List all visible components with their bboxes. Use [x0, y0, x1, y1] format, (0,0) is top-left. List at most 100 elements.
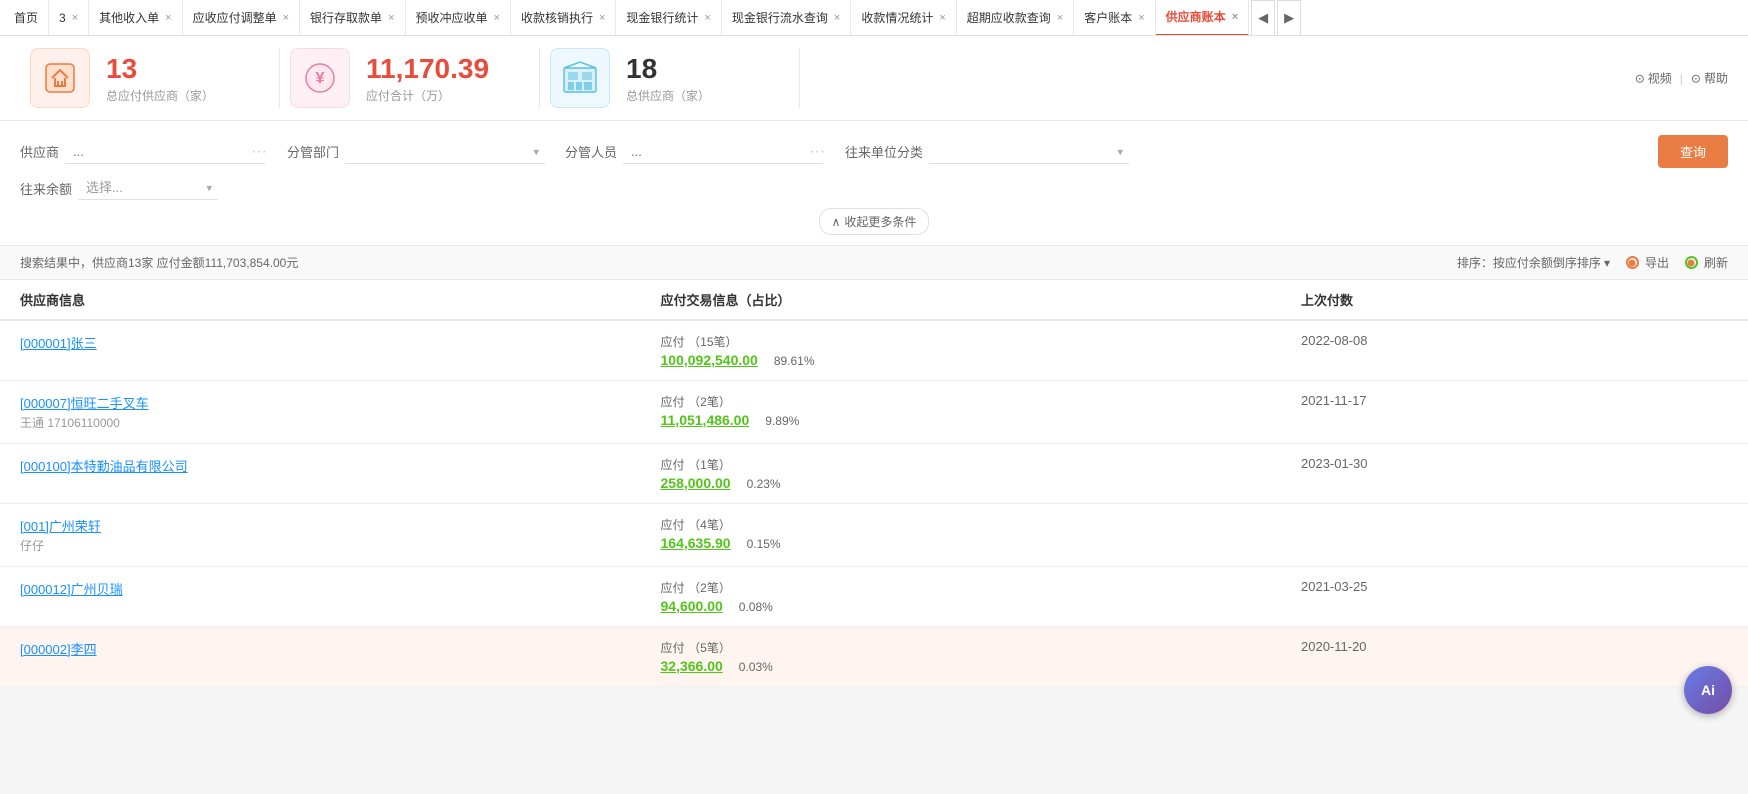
tx-label: 应付	[661, 518, 685, 532]
stat-num-suppliers-payable: 13	[106, 52, 214, 86]
tx-amount-line: 94,600.00 0.08%	[661, 596, 1302, 614]
stat-content-suppliers-payable: 13 总应付供应商（家）	[106, 52, 214, 105]
tx-percent: 9.89%	[765, 414, 799, 428]
tx-amount-line: 258,000.00 0.23%	[661, 473, 1302, 491]
stat-label-payable-total: 应付合计（万）	[366, 87, 489, 104]
nav-tab-bank-deposit-label: 银行存取款单	[310, 9, 382, 26]
nav-tab-adjustment-close[interactable]: ×	[283, 12, 289, 24]
tx-label-line: 应付 （4笔）	[661, 516, 1302, 533]
supplier-input[interactable]	[65, 140, 265, 164]
tx-count: （4笔）	[688, 518, 731, 532]
nav-tab-supplier-account[interactable]: 供应商账本 ×	[1156, 0, 1249, 36]
nav-tab-home[interactable]: 首页	[4, 0, 49, 36]
nav-tab-3[interactable]: 3 ×	[49, 0, 89, 36]
stat-content-total-suppliers: 18 总供应商（家）	[626, 52, 710, 105]
payable-total-icon: ¥	[290, 48, 350, 108]
table-header: 供应商信息 应付交易信息（占比） 上次付数	[0, 280, 1748, 321]
nav-tab-customer-account[interactable]: 客户账本 ×	[1074, 0, 1155, 36]
tx-count: （5笔）	[688, 641, 731, 655]
nav-tab-overdue[interactable]: 超期应收款查询 ×	[957, 0, 1074, 36]
nav-tab-cash-stats-close[interactable]: ×	[704, 12, 710, 24]
stat-label-suppliers-payable: 总应付供应商（家）	[106, 87, 214, 104]
table-row: [000002]李四 应付 （5笔） 32,366.00 0.03% 2020-…	[0, 627, 1748, 687]
refresh-button[interactable]: 刷新	[1685, 254, 1728, 271]
balance-select-wrapper: 选择...	[78, 176, 218, 200]
nav-tab-3-close[interactable]: ×	[72, 12, 78, 24]
stat-block-payable-total: ¥ 11,170.39 应付合计（万）	[280, 48, 540, 108]
tx-amount-line: 100,092,540.00 89.61%	[661, 350, 1302, 368]
supplier-link[interactable]: [000100]本特勤油品有限公司	[20, 459, 188, 474]
supplier-link[interactable]: [000001]张三	[20, 336, 97, 351]
help-link[interactable]: 帮助	[1704, 70, 1728, 87]
filter-item-balance: 往来余额 选择...	[20, 176, 218, 200]
stats-banner: 13 总应付供应商（家） ¥ 11,170.39 应付合计（万）	[0, 36, 1748, 121]
filter-item-category: 往来单位分类	[845, 140, 1129, 164]
tx-amount[interactable]: 32,366.00	[661, 658, 723, 674]
nav-tab-other-income-label: 其他收入单	[99, 9, 159, 26]
supplier-input-dots: ···	[251, 143, 267, 161]
tx-info-cell: 应付 （1笔） 258,000.00 0.23%	[661, 456, 1302, 491]
tx-label: 应付	[661, 641, 685, 655]
category-select[interactable]	[929, 140, 1129, 164]
nav-tab-overdue-label: 超期应收款查询	[967, 9, 1051, 26]
nav-tab-payment-stats[interactable]: 收款情况统计 ×	[851, 0, 956, 36]
tx-amount[interactable]: 11,051,486.00	[661, 412, 750, 428]
nav-tab-cash-flow-label: 现金银行流水查询	[732, 9, 828, 26]
nav-tab-cash-stats[interactable]: 现金银行统计 ×	[616, 0, 721, 36]
nav-tab-supplier-account-close[interactable]: ×	[1232, 11, 1238, 23]
tx-info-cell: 应付 （4笔） 164,635.90 0.15%	[661, 516, 1302, 551]
svg-text:¥: ¥	[316, 70, 325, 87]
export-button[interactable]: 导出	[1626, 254, 1669, 271]
result-bar-actions: 排序：按应付余额倒序排序 ▾ 导出 刷新	[1457, 254, 1728, 271]
dept-select[interactable]	[345, 140, 545, 164]
nav-tab-other-income[interactable]: 其他收入单 ×	[89, 0, 182, 36]
supplier-link[interactable]: [001]广州荣轩	[20, 519, 101, 534]
person-input[interactable]	[623, 140, 823, 164]
export-label: 导出	[1645, 254, 1669, 271]
tx-info-cell: 应付 （15笔） 100,092,540.00 89.61%	[661, 333, 1302, 368]
tx-label-line: 应付 （2笔）	[661, 393, 1302, 410]
collapse-button[interactable]: ∧ 收起更多条件	[819, 208, 930, 235]
nav-tab-prepay-close[interactable]: ×	[494, 12, 500, 24]
last-pay-cell: 2020-11-20	[1301, 639, 1728, 654]
export-radio-icon	[1626, 256, 1639, 269]
nav-tab-collection[interactable]: 收款核销执行 ×	[511, 0, 616, 36]
supplier-link[interactable]: [000002]李四	[20, 642, 97, 657]
query-button[interactable]: 查询	[1658, 135, 1728, 168]
help-circle-icon: ⊙	[1691, 71, 1701, 85]
nav-tab-payment-stats-close[interactable]: ×	[939, 12, 945, 24]
video-link[interactable]: 视频	[1648, 70, 1672, 87]
result-bar: 搜索结果中，供应商13家 应付金额111,703,854.00元 排序：按应付余…	[0, 246, 1748, 280]
supplier-link[interactable]: [000012]广州贝瑞	[20, 582, 123, 597]
balance-filter-label: 往来余额	[20, 179, 72, 198]
nav-tab-bank-deposit-close[interactable]: ×	[388, 12, 394, 24]
nav-tab-cash-flow-close[interactable]: ×	[834, 12, 840, 24]
ai-float-button[interactable]: Ai	[1684, 666, 1732, 714]
nav-tab-customer-account-close[interactable]: ×	[1138, 12, 1144, 24]
sort-button[interactable]: 排序：按应付余额倒序排序 ▾	[1457, 254, 1610, 271]
nav-tab-collection-close[interactable]: ×	[599, 12, 605, 24]
tx-amount[interactable]: 94,600.00	[661, 598, 723, 614]
tx-amount[interactable]: 164,635.90	[661, 535, 731, 551]
filter-item-dept: 分管部门	[287, 140, 545, 164]
nav-tab-adjustment[interactable]: 应收应付调整单 ×	[183, 0, 300, 36]
supplier-link[interactable]: [000007]恒旺二手叉车	[20, 396, 149, 411]
balance-select[interactable]: 选择...	[78, 176, 218, 200]
tx-info-cell: 应付 （2笔） 94,600.00 0.08%	[661, 579, 1302, 614]
nav-tab-other-income-close[interactable]: ×	[165, 12, 171, 24]
person-input-dots: ···	[809, 143, 825, 161]
nav-tab-bank-deposit[interactable]: 银行存取款单 ×	[300, 0, 405, 36]
nav-tab-prepay[interactable]: 预收冲应收单 ×	[406, 0, 511, 36]
tx-amount[interactable]: 100,092,540.00	[661, 352, 758, 368]
tx-amount[interactable]: 258,000.00	[661, 475, 731, 491]
sort-down-icon: ▾	[1604, 256, 1610, 270]
nav-tab-cash-flow[interactable]: 现金银行流水查询 ×	[722, 0, 851, 36]
nav-tab-home-label: 首页	[14, 9, 38, 26]
nav-prev-arrow[interactable]: ◀	[1251, 0, 1275, 36]
stat-block-suppliers-payable: 13 总应付供应商（家）	[20, 48, 280, 108]
nav-tab-overdue-close[interactable]: ×	[1057, 12, 1063, 24]
tx-info-cell: 应付 （2笔） 11,051,486.00 9.89%	[661, 393, 1302, 428]
stat-content-payable-total: 11,170.39 应付合计（万）	[366, 52, 489, 105]
tx-info-cell: 应付 （5笔） 32,366.00 0.03%	[661, 639, 1302, 674]
nav-next-arrow[interactable]: ▶	[1277, 0, 1301, 36]
